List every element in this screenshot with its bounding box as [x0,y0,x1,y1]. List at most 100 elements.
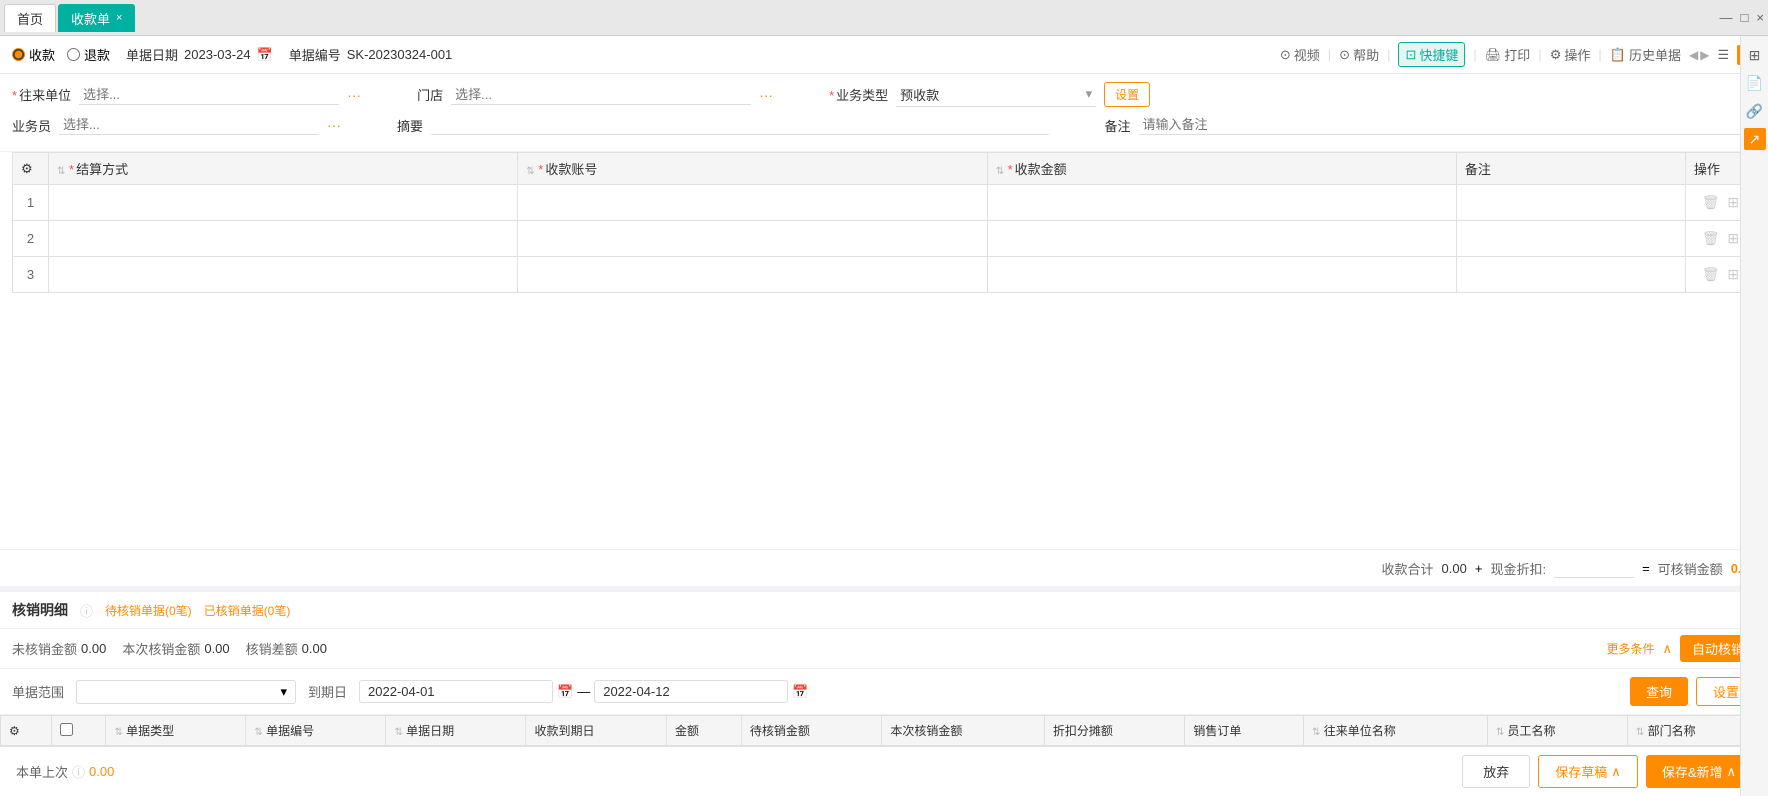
doc-number-info: 单据编号 SK-20230324-001 [289,45,453,64]
range-select[interactable]: ▾ [76,680,296,704]
shortcut-btn[interactable]: ⊡快捷键 [1398,42,1465,67]
delete-row-icon[interactable]: 🗑 [1702,230,1720,246]
summary-input[interactable] [431,115,1048,135]
operation-btn[interactable]: ⚙操作 [1550,45,1591,64]
tab-current-label: 收款单 [71,9,110,28]
row-notes[interactable] [1456,221,1685,257]
help-btn[interactable]: ⊙帮助 [1339,45,1379,64]
summary-row: 收款合计 0.00 + 现金折扣: = 可核销金额 0.00 [0,549,1768,586]
equals-sign: = [1642,561,1650,576]
completed-tab[interactable]: 已核销单据(0笔) [204,602,291,619]
nav-prev[interactable]: ◀ [1689,48,1698,62]
maximize-btn[interactable]: □ [1741,10,1749,25]
list-view-icon[interactable]: ☰ [1717,47,1729,63]
store-more-btn[interactable]: ··· [759,87,773,103]
row-num: 1 [13,185,49,221]
delete-row-icon[interactable]: 🗑 [1702,266,1720,282]
salesperson-label: 业务员 [12,116,51,135]
abandon-btn[interactable]: 放弃 [1462,755,1530,788]
video-btn[interactable]: ⊙视频 [1280,45,1320,64]
save-draft-btn[interactable]: 保存草稿 ∧ [1538,755,1638,788]
date-from-input[interactable] [359,680,553,703]
row-account[interactable] [518,221,987,257]
tab-close-icon[interactable]: × [116,12,122,24]
range-label: 单据范围 [12,682,64,701]
col-current-amount: 本次核销金额 [882,716,1044,746]
col-settings[interactable]: ⚙ [1,716,52,746]
history-btn[interactable]: 📋历史单据 [1610,45,1681,64]
doc-date-info: 单据日期 2023-03-24 📅 [126,45,273,64]
net-label: 可核销金额 [1658,559,1723,578]
save-new-btn[interactable]: 保存&新增 ∧ [1646,755,1752,788]
filter-row: 单据范围 ▾ 到期日 📅 — 📅 查询 设置 [0,669,1768,715]
counterpart-more-btn[interactable]: ··· [347,87,361,103]
row-amount[interactable] [987,185,1456,221]
more-conditions-btn[interactable]: 更多条件 [1606,640,1654,657]
diff-stat: 核销差额 0.00 [246,639,327,658]
order-info: 本单上次 ⓘ 0.00 [16,762,114,781]
close-btn[interactable]: × [1756,10,1764,25]
business-type-select[interactable]: 预收款 ▾ [896,83,1096,107]
col-doc-number: ⇅ 单据编号 [246,716,386,746]
salesperson-input[interactable] [59,115,319,135]
calendar-icon[interactable]: 📅 [257,47,273,63]
row-account[interactable] [518,185,987,221]
settings-button[interactable]: 设置 [1104,82,1150,107]
delete-row-icon[interactable]: 🗑 [1702,194,1720,210]
date-to-input[interactable] [594,680,788,703]
row-notes[interactable] [1456,257,1685,293]
sidebar-link-icon[interactable]: 🔗 [1744,100,1766,122]
bottom-bar: 本单上次 ⓘ 0.00 放弃 保存草稿 ∧ 保存&新增 ∧ [0,746,1768,796]
store-label: 门店 [417,85,443,104]
nav-next[interactable]: ▶ [1700,48,1709,62]
row-amount[interactable] [987,221,1456,257]
window-controls: — □ × [1720,10,1764,25]
detail-table-section: ⚙ ⇅ 单据类型 ⇅ 单据编号 ⇅ 单据日期 收款到期日 金额 待核销金额 本次… [0,715,1768,746]
tab-home[interactable]: 首页 [4,4,56,32]
row-settlement[interactable] [49,257,518,293]
counterpart-input[interactable] [79,85,339,105]
calendar-from-icon[interactable]: 📅 [557,684,573,700]
copy-row-icon[interactable]: ⊞ [1727,194,1739,210]
salesperson-more-btn[interactable]: ··· [327,117,341,133]
col-account: ⇅ 收款账号 [518,153,987,185]
calendar-to-icon[interactable]: 📅 [792,684,808,700]
sidebar-doc-icon[interactable]: 📄 [1744,72,1766,94]
radio-receive[interactable]: 收款 [12,45,55,64]
row-amount[interactable] [987,257,1456,293]
form-row-2: 业务员 ··· 摘要 备注 [12,115,1756,135]
discount-input[interactable] [1554,558,1634,578]
counterpart-label: 往来单位 [12,85,71,104]
bottom-info-label: 本单上次 [16,762,68,781]
table-settings-icon[interactable]: ⚙ [13,153,49,185]
copy-row-icon[interactable]: ⊞ [1727,230,1739,246]
verification-header: 核销明细 ⓘ 待核销单据(0笔) 已核销单据(0笔) [0,592,1768,629]
top-toolbar: 收款 退款 单据日期 2023-03-24 📅 单据编号 SK-20230324… [0,36,1768,74]
col-discount: 折扣分摊额 [1044,716,1185,746]
col-pending-amount: 待核销金额 [741,716,882,746]
row-account[interactable] [518,257,987,293]
receipt-table: ⚙ ⇅ 结算方式 ⇅ 收款账号 ⇅ 收款金额 备注 操作 1 🗑 [12,152,1756,293]
col-checkbox[interactable] [51,716,106,746]
bottom-info-value: 0.00 [89,764,114,779]
notes-input[interactable] [1139,115,1756,135]
date-label: 到期日 [308,682,347,701]
query-btn[interactable]: 查询 [1630,677,1688,706]
sidebar-table-icon[interactable]: ⊞ [1744,44,1766,66]
tab-current[interactable]: 收款单 × [58,4,135,32]
col-amount: ⇅ 收款金额 [987,153,1456,185]
receipt-type-group: 收款 退款 [12,45,110,64]
info-icon[interactable]: ⓘ [80,601,93,620]
radio-refund[interactable]: 退款 [67,45,110,64]
row-settlement[interactable] [49,221,518,257]
copy-row-icon[interactable]: ⊞ [1727,266,1739,282]
store-input[interactable] [451,85,751,105]
bottom-info-icon[interactable]: ⓘ [72,762,85,781]
row-notes[interactable] [1456,185,1685,221]
print-btn[interactable]: 🖨打印 [1485,45,1531,64]
sidebar-expand-icon[interactable]: ↗ [1744,128,1766,150]
receipt-table-section: ⚙ ⇅ 结算方式 ⇅ 收款账号 ⇅ 收款金额 备注 操作 1 🗑 [0,152,1768,549]
minimize-btn[interactable]: — [1720,10,1733,25]
row-settlement[interactable] [49,185,518,221]
pending-tab[interactable]: 待核销单据(0笔) [105,602,192,619]
